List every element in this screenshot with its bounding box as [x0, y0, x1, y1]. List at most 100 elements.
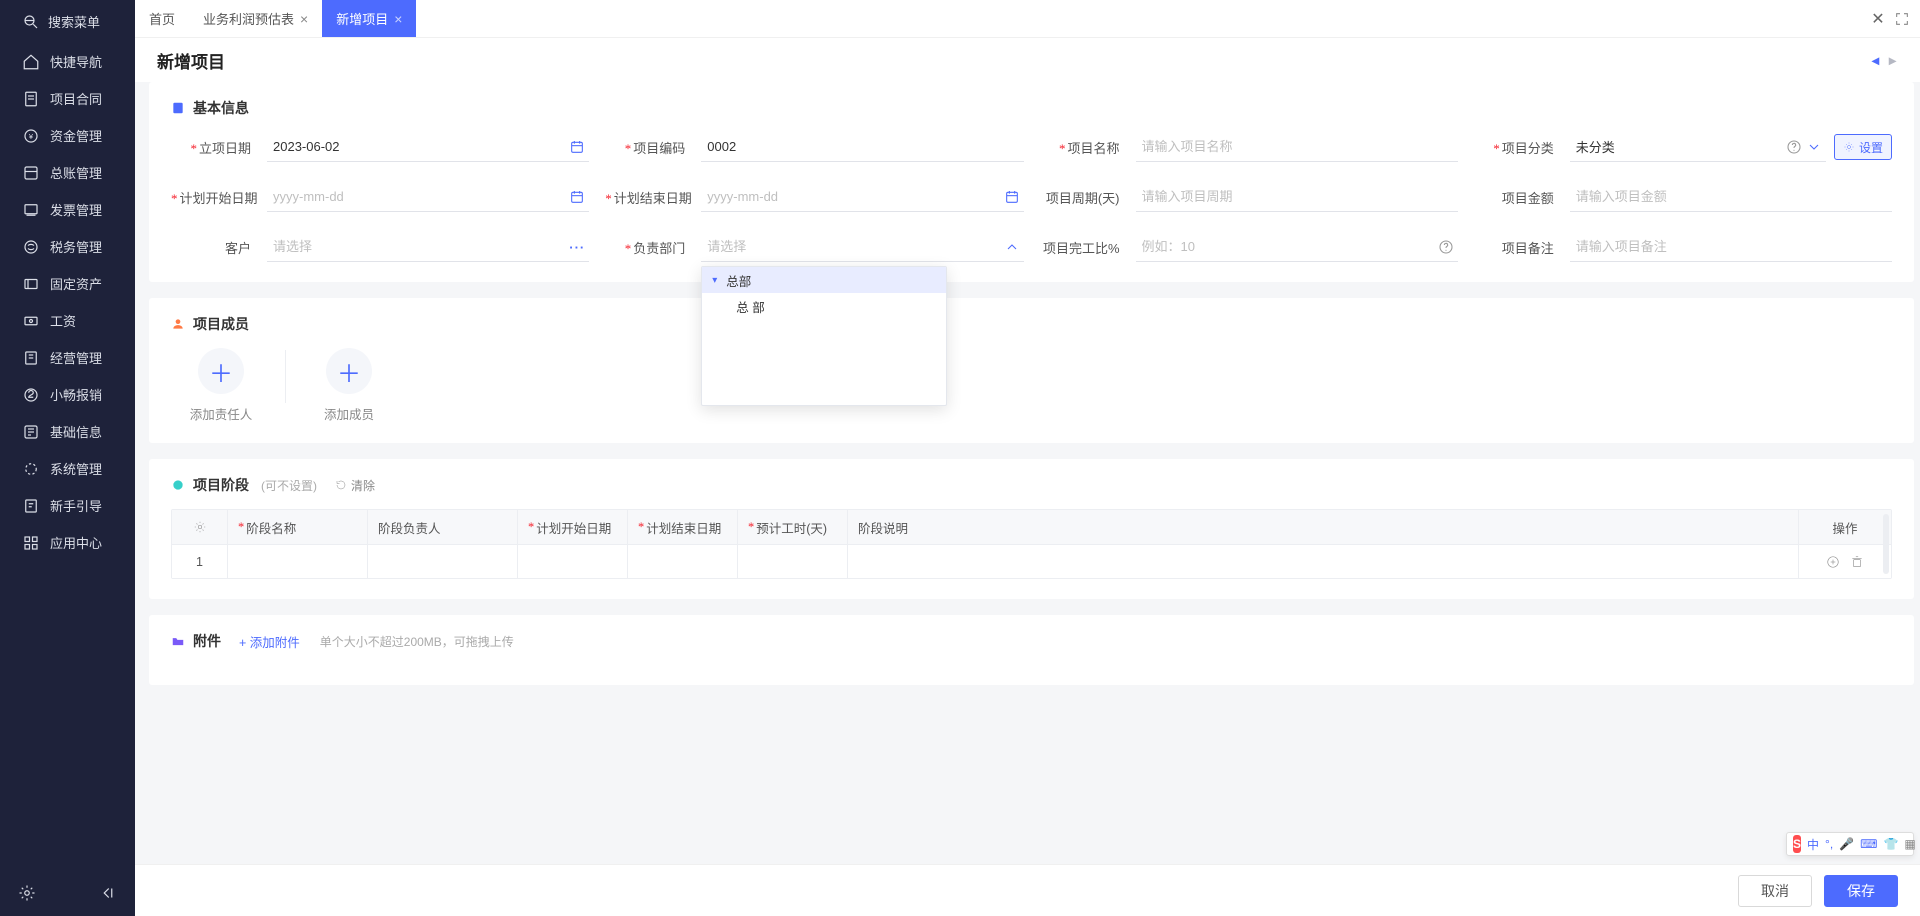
cell-plan-start[interactable] [518, 545, 628, 578]
sidebar-item-label: 基础信息 [50, 422, 102, 441]
sidebar-item-contract[interactable]: 项目合同 [0, 80, 135, 117]
help-icon[interactable] [1786, 139, 1802, 155]
input-plan-start[interactable] [267, 182, 589, 212]
more-icon[interactable]: ··· [569, 239, 585, 255]
sidebar-item-label: 小畅报销 [50, 385, 102, 404]
sidebar-item-asset[interactable]: 固定资产 [0, 265, 135, 302]
section-icon [171, 317, 185, 331]
settings-gear-icon[interactable] [18, 884, 36, 902]
caret-down-icon: ▾ [712, 275, 722, 286]
ledger-icon [22, 164, 40, 182]
add-attachment-button[interactable]: + 添加附件 [239, 632, 300, 651]
sidebar-item-label: 应用中心 [50, 533, 102, 552]
pager-next-icon[interactable]: ▸ [1887, 50, 1898, 71]
ime-mic-icon: 🎤 [1839, 837, 1854, 851]
sidebar-item-expense[interactable]: 小畅报销 [0, 376, 135, 413]
document-icon [22, 90, 40, 108]
sidebar-item-tax[interactable]: 税务管理 [0, 228, 135, 265]
sidebar-item-system[interactable]: 系统管理 [0, 450, 135, 487]
tab-profit-estimate[interactable]: 业务利润预估表× [189, 0, 322, 37]
sidebar-search-label: 搜索菜单 [48, 12, 100, 31]
chevron-up-icon[interactable] [1004, 239, 1020, 255]
ime-indicator[interactable]: S 中 °, 🎤 ⌨ 👕 ▦ [1786, 832, 1914, 856]
delete-row-icon[interactable] [1850, 555, 1864, 569]
input-remark[interactable] [1570, 232, 1892, 262]
calendar-icon[interactable] [1004, 189, 1020, 205]
table-scrollbar[interactable] [1883, 514, 1889, 574]
calendar-icon[interactable] [569, 189, 585, 205]
tax-icon [22, 238, 40, 256]
category-settings-button[interactable]: 设置 [1834, 134, 1892, 160]
add-owner: ＋ 添加责任人 [171, 348, 271, 423]
input-customer[interactable] [267, 232, 589, 262]
cell-stage-name[interactable] [228, 545, 368, 578]
input-dept[interactable] [701, 232, 1023, 262]
ime-punct-icon: °, [1825, 837, 1833, 851]
chevron-down-icon[interactable] [1806, 139, 1822, 155]
svg-text:¥: ¥ [29, 132, 34, 141]
close-icon[interactable]: × [300, 12, 308, 26]
label-plan-end: *计划结束日期 [605, 188, 685, 207]
stage-table: *阶段名称 阶段负责人 *计划开始日期 *计划结束日期 *预计工时(天) 阶段说… [171, 509, 1892, 579]
add-row-icon[interactable] [1826, 555, 1840, 569]
help-icon[interactable] [1438, 239, 1454, 255]
cell-plan-end[interactable] [628, 545, 738, 578]
input-init-date[interactable] [267, 132, 589, 162]
sidebar-item-apps[interactable]: 应用中心 [0, 524, 135, 561]
fullscreen-icon[interactable] [1894, 11, 1910, 27]
close-icon[interactable]: × [394, 12, 402, 26]
sidebar: 搜索菜单 快捷导航 项目合同 ¥ 资金管理 总账管理 发票管理 税务管理 固定资… [0, 0, 135, 916]
dept-node-root[interactable]: ▾ 总部 [702, 267, 946, 293]
stage-table-header: *阶段名称 阶段负责人 *计划开始日期 *计划结束日期 *预计工时(天) 阶段说… [172, 510, 1891, 544]
calendar-icon[interactable] [569, 139, 585, 155]
base-icon [22, 423, 40, 441]
ime-grid-icon: ▦ [1904, 837, 1915, 851]
tab-home[interactable]: 首页 [135, 0, 189, 37]
sidebar-item-salary[interactable]: 工资 [0, 302, 135, 339]
input-code[interactable] [701, 132, 1023, 162]
input-amount[interactable] [1570, 182, 1892, 212]
add-owner-button[interactable]: ＋ [198, 348, 244, 394]
label-remark: 项目备注 [1474, 238, 1554, 257]
collapse-sidebar-icon[interactable] [99, 884, 117, 902]
label-customer: 客户 [171, 238, 251, 257]
cell-stage-owner[interactable] [368, 545, 518, 578]
input-plan-end[interactable] [701, 182, 1023, 212]
sidebar-item-invoice[interactable]: 发票管理 [0, 191, 135, 228]
money-icon: ¥ [22, 127, 40, 145]
sidebar-item-funds[interactable]: ¥ 资金管理 [0, 117, 135, 154]
table-row[interactable]: 1 [172, 544, 1891, 578]
sidebar-item-guide[interactable]: 新手引导 [0, 487, 135, 524]
sidebar-search[interactable]: 搜索菜单 [0, 0, 135, 43]
tab-new-project[interactable]: 新增项目× [322, 0, 416, 37]
sidebar-item-ledger[interactable]: 总账管理 [0, 154, 135, 191]
add-member-button[interactable]: ＋ [326, 348, 372, 394]
close-all-tabs-icon[interactable]: ✕ [1870, 11, 1886, 27]
sidebar-item-quicknav[interactable]: 快捷导航 [0, 43, 135, 80]
add-owner-label: 添加责任人 [190, 404, 253, 423]
dept-node-child[interactable]: 总 部 [702, 293, 946, 319]
label-period: 项目周期(天) [1040, 188, 1120, 207]
input-name[interactable] [1136, 132, 1458, 162]
save-button[interactable]: 保存 [1824, 875, 1898, 907]
add-member: ＋ 添加成员 [299, 348, 399, 423]
dept-dropdown: ▾ 总部 总 部 [701, 266, 947, 406]
input-period[interactable] [1136, 182, 1458, 212]
section-icon [171, 478, 185, 492]
sidebar-item-label: 系统管理 [50, 459, 102, 478]
clear-stages-button[interactable]: 清除 [335, 477, 375, 494]
sidebar-item-biz[interactable]: 经营管理 [0, 339, 135, 376]
label-category: *项目分类 [1474, 138, 1554, 157]
card-members: 项目成员 ＋ 添加责任人 ＋ 添加成员 [149, 298, 1914, 443]
sidebar-item-label: 总账管理 [50, 163, 102, 182]
input-progress[interactable] [1136, 232, 1458, 262]
cell-est-hours[interactable] [738, 545, 848, 578]
ime-lang: 中 [1807, 836, 1819, 853]
main-panel: 首页 业务利润预估表× 新增项目× ✕ 新增项目 ◂ ▸ 基本信息 *立项日期 [135, 0, 1920, 916]
pager-prev-icon[interactable]: ◂ [1870, 50, 1881, 71]
column-gear-button[interactable] [172, 510, 228, 544]
cancel-button[interactable]: 取消 [1738, 875, 1812, 907]
section-title: 项目成员 [193, 314, 249, 334]
sidebar-item-base[interactable]: 基础信息 [0, 413, 135, 450]
cell-desc[interactable] [848, 545, 1799, 578]
